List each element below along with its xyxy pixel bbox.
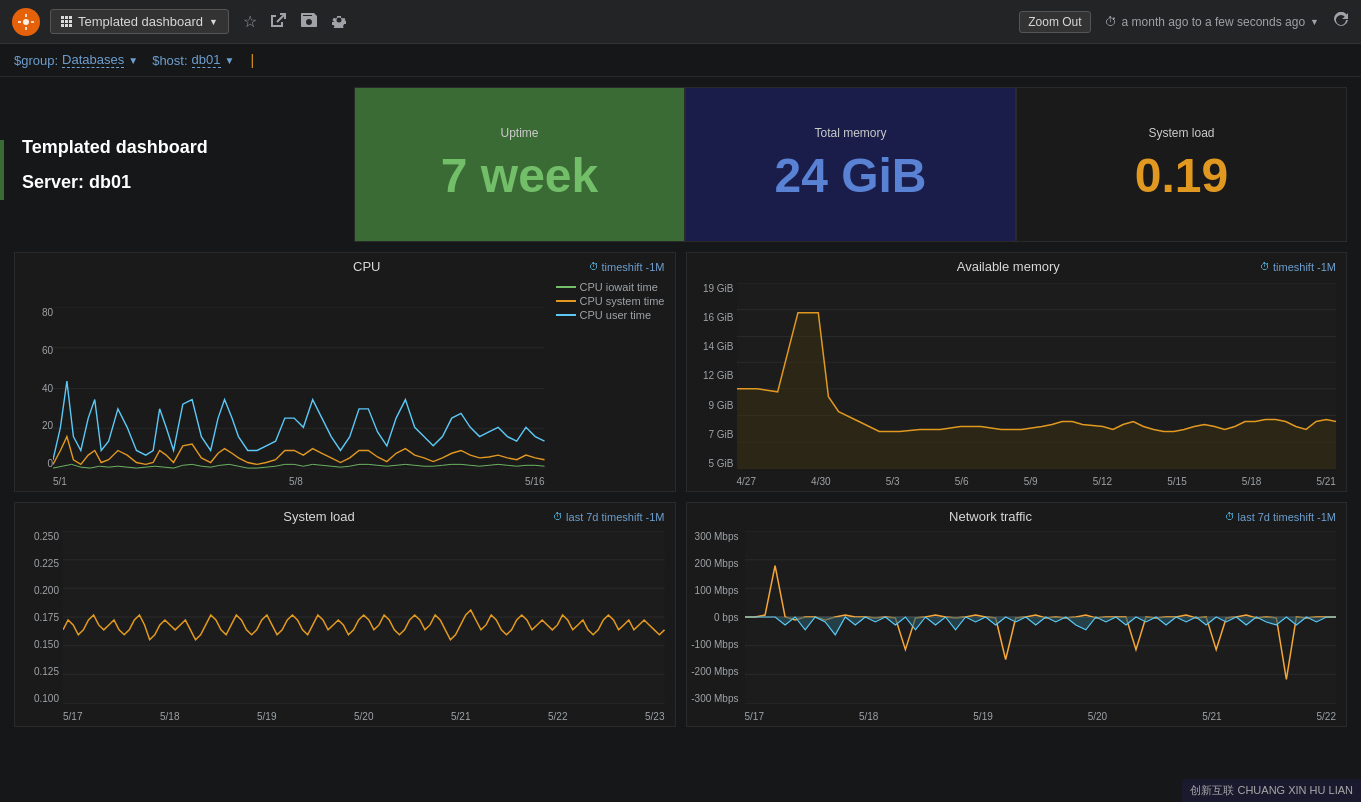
charts-row-2: System load ⏱ last 7d timeshift -1M 0.25… <box>14 502 1347 727</box>
network-chart-title: Network traffic <box>757 509 1225 524</box>
host-filter-value: db01 <box>192 52 221 68</box>
uptime-title: Uptime <box>500 126 538 140</box>
sysload-value: 0.19 <box>1135 148 1228 203</box>
network-chart-panel: Network traffic ⏱ last 7d timeshift -1M … <box>686 502 1348 727</box>
sysload-chart-svg <box>63 531 665 704</box>
memory-y-axis: 19 GiB 16 GiB 14 GiB 12 GiB 9 GiB 7 GiB … <box>689 283 734 469</box>
cpu-y-axis: 80 60 40 20 0 <box>17 307 53 469</box>
cpu-legend: CPU iowait time CPU system time CPU user… <box>556 281 665 321</box>
sysload-y-axis: 0.250 0.225 0.200 0.175 0.150 0.125 0.10… <box>17 531 59 704</box>
settings-icon[interactable] <box>331 12 347 31</box>
group-filter-arrow: ▼ <box>128 55 138 66</box>
cpu-chart-panel: CPU ⏱ timeshift -1M CPU iowait time CPU … <box>14 252 676 492</box>
sysload-timeshift: ⏱ last 7d timeshift -1M <box>553 511 664 523</box>
server-name-heading: Server: db01 <box>14 172 354 193</box>
host-filter[interactable]: $host: db01 ▼ <box>152 52 234 68</box>
system-color <box>556 300 576 302</box>
dashboard-info: Templated dashboard Server: db01 <box>14 87 354 242</box>
memory-title: Total memory <box>814 126 886 140</box>
charts-row-1: CPU ⏱ timeshift -1M CPU iowait time CPU … <box>14 252 1347 492</box>
memory-chart-header: Available memory ⏱ timeshift -1M <box>687 253 1347 274</box>
group-filter-value: Databases <box>62 52 124 68</box>
cpu-legend-system: CPU system time <box>556 295 665 307</box>
time-range-picker[interactable]: ⏱ a month ago to a few seconds ago ▼ <box>1105 15 1319 29</box>
network-timeshift: ⏱ last 7d timeshift -1M <box>1225 511 1336 523</box>
sysload-chart-panel: System load ⏱ last 7d timeshift -1M 0.25… <box>14 502 676 727</box>
chevron-down-icon: ▼ <box>209 17 218 27</box>
network-y-axis: 300 Mbps 200 Mbps 100 Mbps 0 bps -100 Mb… <box>689 531 739 704</box>
cursor-indicator: | <box>250 52 254 68</box>
host-filter-arrow: ▼ <box>225 55 235 66</box>
cpu-x-axis: 5/1 5/8 5/16 <box>53 476 545 487</box>
network-chart-header: Network traffic ⏱ last 7d timeshift -1M <box>687 503 1347 524</box>
svg-point-1 <box>23 19 29 25</box>
sysload-x-axis: 5/17 5/18 5/19 5/20 5/21 5/22 5/23 <box>63 711 665 722</box>
topbar-right: Zoom Out ⏱ a month ago to a few seconds … <box>1019 11 1349 33</box>
dashboard-title-label: Templated dashboard <box>78 14 203 29</box>
sysload-chart-header: System load ⏱ last 7d timeshift -1M <box>15 503 675 524</box>
cpu-legend-user: CPU user time <box>556 309 665 321</box>
grid-icon <box>61 16 72 27</box>
memory-chart-svg <box>737 283 1337 469</box>
network-x-axis: 5/17 5/18 5/19 5/20 5/21 5/22 <box>745 711 1337 722</box>
star-icon[interactable]: ☆ <box>243 12 257 31</box>
dashboard-title-heading: Templated dashboard <box>14 137 354 158</box>
cpu-timeshift: ⏱ timeshift -1M <box>589 261 665 273</box>
chevron-down-icon: ▼ <box>1310 17 1319 27</box>
topbar-icons: ☆ <box>243 12 347 31</box>
memory-chart-title: Available memory <box>757 259 1261 274</box>
group-filter-label: $group: <box>14 53 58 68</box>
cpu-chart-header: CPU ⏱ timeshift -1M <box>15 253 675 274</box>
topbar: Templated dashboard ▼ ☆ Zoom Out ⏱ a mon… <box>0 0 1361 44</box>
save-icon[interactable] <box>301 12 317 31</box>
sysload-title: System load <box>1148 126 1214 140</box>
info-row: Templated dashboard Server: db01 Uptime … <box>14 87 1347 242</box>
iowait-color <box>556 286 576 288</box>
memory-timeshift: ⏱ timeshift -1M <box>1260 261 1336 273</box>
cpu-chart-svg <box>53 307 545 469</box>
watermark: 创新互联 CHUANG XIN HU LIAN <box>1182 779 1361 802</box>
sysload-chart-title: System load <box>85 509 553 524</box>
main-content: Templated dashboard Server: db01 Uptime … <box>0 77 1361 747</box>
cpu-legend-iowait: CPU iowait time <box>556 281 665 293</box>
time-range-label: a month ago to a few seconds ago <box>1122 15 1305 29</box>
sysload-panel: System load 0.19 <box>1016 87 1347 242</box>
memory-chart-panel: Available memory ⏱ timeshift -1M 19 GiB … <box>686 252 1348 492</box>
cpu-chart-title: CPU <box>145 259 589 274</box>
uptime-value: 7 week <box>441 148 598 203</box>
share-icon[interactable] <box>271 12 287 31</box>
network-chart-svg <box>745 531 1337 704</box>
uptime-panel: Uptime 7 week <box>354 87 685 242</box>
filterbar: $group: Databases ▼ $host: db01 ▼ | <box>0 44 1361 77</box>
host-filter-label: $host: <box>152 53 187 68</box>
memory-panel: Total memory 24 GiB <box>685 87 1016 242</box>
memory-x-axis: 4/27 4/30 5/3 5/6 5/9 5/12 5/15 5/18 5/2… <box>737 476 1337 487</box>
clock-icon: ⏱ <box>1105 15 1117 29</box>
dashboard-title-button[interactable]: Templated dashboard ▼ <box>50 9 229 34</box>
user-color <box>556 314 576 316</box>
group-filter[interactable]: $group: Databases ▼ <box>14 52 138 68</box>
grafana-logo <box>12 8 40 36</box>
zoom-out-button[interactable]: Zoom Out <box>1019 11 1090 33</box>
memory-value: 24 GiB <box>774 148 926 203</box>
refresh-icon[interactable] <box>1333 12 1349 31</box>
